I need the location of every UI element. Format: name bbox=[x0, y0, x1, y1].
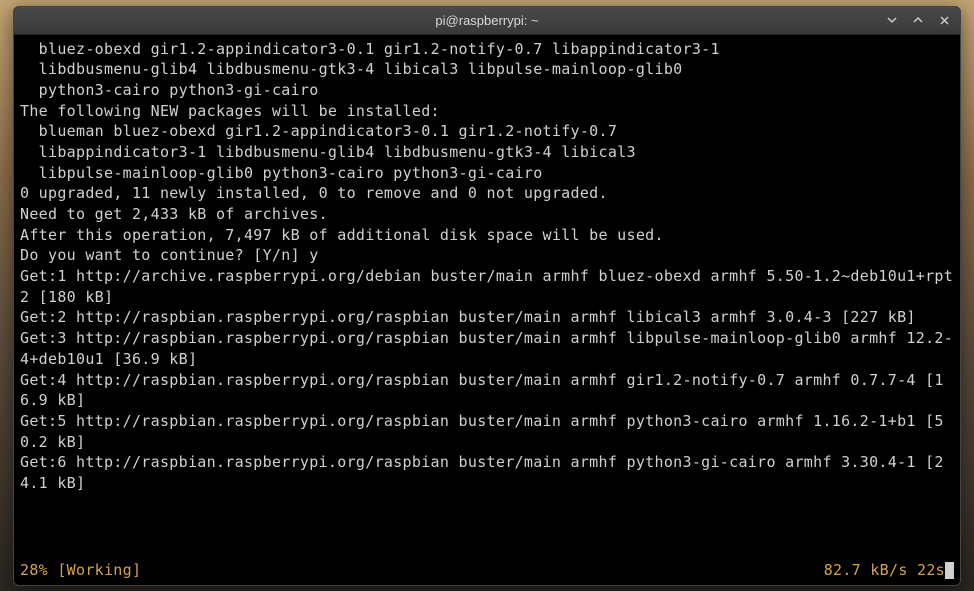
terminal-line: 0 upgraded, 11 newly installed, 0 to rem… bbox=[20, 183, 954, 204]
close-icon bbox=[939, 15, 950, 26]
terminal-line: libpulse-mainloop-glib0 python3-cairo py… bbox=[20, 163, 954, 184]
terminal-line: Do you want to continue? [Y/n] y bbox=[20, 245, 954, 266]
terminal-line: libappindicator3-1 libdbusmenu-glib4 lib… bbox=[20, 142, 954, 163]
titlebar[interactable]: pi@raspberrypi: ~ bbox=[14, 7, 960, 35]
window-title: pi@raspberrypi: ~ bbox=[435, 13, 538, 28]
terminal-line: libdbusmenu-glib4 libdbusmenu-gtk3-4 lib… bbox=[20, 59, 954, 80]
terminal-line: The following NEW packages will be insta… bbox=[20, 101, 954, 122]
terminal-line: Need to get 2,433 kB of archives. bbox=[20, 204, 954, 225]
terminal-line: Get:2 http://raspbian.raspberrypi.org/ra… bbox=[20, 307, 954, 328]
terminal-line: Get:4 http://raspbian.raspberrypi.org/ra… bbox=[20, 370, 954, 411]
chevron-down-icon bbox=[886, 14, 898, 26]
terminal-line: python3-cairo python3-gi-cairo bbox=[20, 80, 954, 101]
cursor bbox=[945, 562, 954, 579]
terminal-line: Get:1 http://archive.raspberrypi.org/deb… bbox=[20, 266, 954, 307]
progress-status: 28% [Working] 82.7 kB/s 22s bbox=[20, 560, 954, 581]
terminal-line: After this operation, 7,497 kB of additi… bbox=[20, 225, 954, 246]
window-controls bbox=[880, 7, 956, 34]
close-button[interactable] bbox=[932, 10, 956, 30]
terminal-line: Get:6 http://raspbian.raspberrypi.org/ra… bbox=[20, 452, 954, 493]
terminal-line: blueman bluez-obexd gir1.2-appindicator3… bbox=[20, 121, 954, 142]
terminal-line: Get:5 http://raspbian.raspberrypi.org/ra… bbox=[20, 411, 954, 452]
terminal-window: pi@raspberrypi: ~ bluez-obexd gir1.2-app… bbox=[13, 6, 961, 586]
minimize-button[interactable] bbox=[880, 10, 904, 30]
progress-right: 82.7 kB/s 22s bbox=[824, 560, 954, 581]
terminal-line: bluez-obexd gir1.2-appindicator3-0.1 gir… bbox=[20, 39, 954, 60]
chevron-up-icon bbox=[912, 14, 924, 26]
maximize-button[interactable] bbox=[906, 10, 930, 30]
progress-left: 28% [Working] bbox=[20, 560, 141, 581]
terminal-line: Get:3 http://raspbian.raspberrypi.org/ra… bbox=[20, 328, 954, 369]
terminal-content[interactable]: bluez-obexd gir1.2-appindicator3-0.1 gir… bbox=[14, 35, 960, 585]
